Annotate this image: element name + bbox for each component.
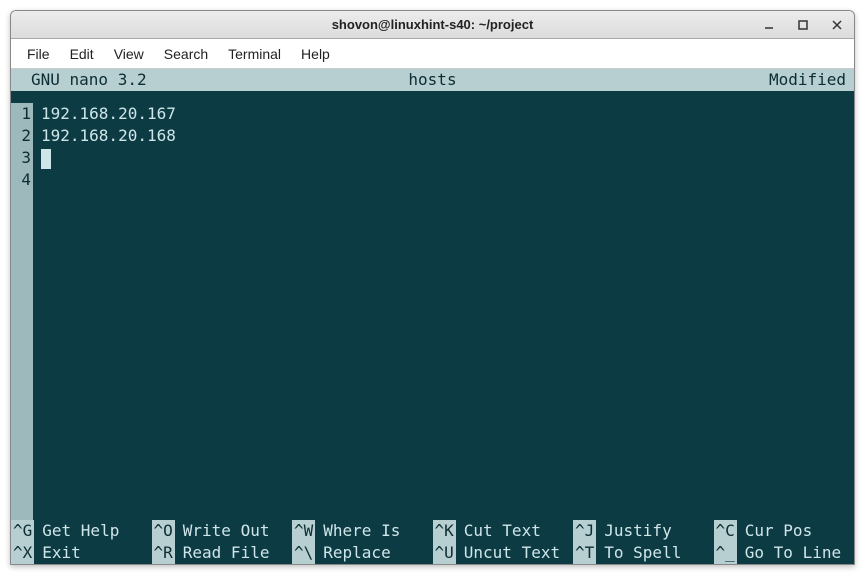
cursor [41, 149, 51, 169]
shortcut-cur-pos[interactable]: ^CCur Pos [714, 520, 855, 542]
shortcut-get-help[interactable]: ^GGet Help [11, 520, 152, 542]
shortcut-read-file[interactable]: ^RRead File [152, 542, 293, 564]
shortcut-where-is[interactable]: ^WWhere Is [292, 520, 433, 542]
editor-line [41, 169, 854, 191]
menu-edit[interactable]: Edit [60, 42, 104, 66]
terminal-window: shovon@linuxhint-s40: ~/project File Edi… [10, 10, 855, 565]
window-titlebar[interactable]: shovon@linuxhint-s40: ~/project [11, 11, 854, 39]
shortcut-to-spell[interactable]: ^TTo Spell [573, 542, 714, 564]
line-number: 3 [11, 147, 31, 169]
minimize-icon [763, 19, 775, 31]
shortcut-cut-text[interactable]: ^KCut Text [433, 520, 574, 542]
menu-file[interactable]: File [17, 42, 60, 66]
close-icon [831, 19, 843, 31]
editor-line: 192.168.20.167 [41, 103, 854, 125]
window-controls [752, 11, 854, 38]
editor-line [41, 147, 854, 169]
editor-body[interactable]: 1 2 3 4 192.168.20.167 192.168.20.168 [11, 91, 854, 520]
shortcut-exit[interactable]: ^XExit [11, 542, 152, 564]
menu-help[interactable]: Help [291, 42, 340, 66]
maximize-button[interactable] [786, 11, 820, 38]
menu-view[interactable]: View [104, 42, 154, 66]
menubar: File Edit View Search Terminal Help [11, 39, 854, 69]
nano-header: GNU nano 3.2 hosts Modified [11, 69, 854, 91]
minimize-button[interactable] [752, 11, 786, 38]
editor-content[interactable]: 192.168.20.167 192.168.20.168 [33, 103, 854, 520]
menu-terminal[interactable]: Terminal [218, 42, 291, 66]
shortcut-go-to-line[interactable]: ^_Go To Line [714, 542, 855, 564]
maximize-icon [797, 19, 809, 31]
close-button[interactable] [820, 11, 854, 38]
shortcut-replace[interactable]: ^\Replace [292, 542, 433, 564]
window-title: shovon@linuxhint-s40: ~/project [11, 17, 854, 32]
line-number: 2 [11, 125, 31, 147]
shortcut-write-out[interactable]: ^OWrite Out [152, 520, 293, 542]
line-number: 4 [11, 169, 31, 191]
nano-status: Modified [769, 69, 846, 91]
editor-line: 192.168.20.168 [41, 125, 854, 147]
line-number-gutter: 1 2 3 4 [11, 103, 33, 520]
shortcut-uncut-text[interactable]: ^UUncut Text [433, 542, 574, 564]
nano-footer: ^GGet Help ^OWrite Out ^WWhere Is ^KCut … [11, 520, 854, 564]
shortcut-justify[interactable]: ^JJustify [573, 520, 714, 542]
menu-search[interactable]: Search [154, 42, 218, 66]
nano-filename: hosts [11, 69, 854, 91]
terminal-area[interactable]: GNU nano 3.2 hosts Modified 1 2 3 4 192.… [11, 69, 854, 564]
line-number: 1 [11, 103, 31, 125]
